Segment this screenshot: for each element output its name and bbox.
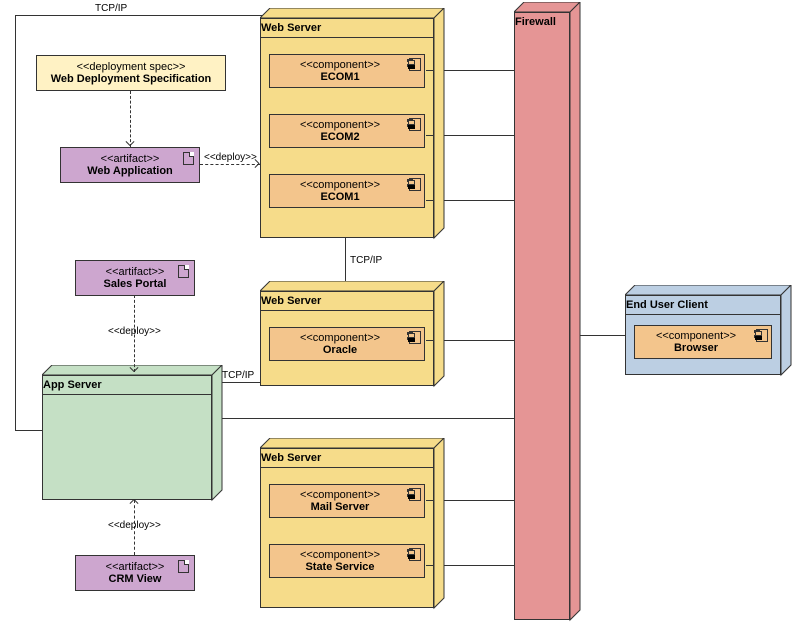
component: <<component>>ECOM2 — [269, 114, 425, 148]
component-name: ECOM1 — [276, 71, 404, 83]
deployment-spec-stereo: <<deployment spec>> — [41, 61, 221, 73]
dependency-line — [130, 91, 131, 147]
component: <<component>>Browser — [634, 325, 772, 359]
component-icon — [408, 118, 421, 129]
component-stereo: <<component>> — [276, 489, 404, 501]
artifact-name: Web Application — [65, 165, 195, 177]
connection-line — [345, 238, 346, 286]
connection-line — [222, 382, 260, 383]
label-tcpip: TCP/IP — [95, 3, 127, 14]
node-title: Firewall — [515, 13, 569, 31]
artifact-stereo: <<artifact>> — [80, 266, 190, 278]
component: <<component>>ECOM1 — [269, 174, 425, 208]
artifact-name: Sales Portal — [80, 278, 190, 290]
node-title: Web Server — [261, 19, 433, 38]
artifact-name: CRM View — [80, 573, 190, 585]
component: <<component>>Mail Server — [269, 484, 425, 518]
component-name: Mail Server — [276, 501, 404, 513]
component-icon — [408, 331, 421, 342]
connection-line — [426, 340, 514, 341]
document-icon — [178, 265, 189, 278]
component-name: ECOM1 — [276, 191, 404, 203]
arrow-icon — [130, 498, 138, 506]
component-icon — [408, 488, 421, 499]
component-stereo: <<component>> — [641, 330, 751, 342]
deployment-spec: <<deployment spec>> Web Deployment Speci… — [36, 55, 226, 91]
component-name: ECOM2 — [276, 131, 404, 143]
component: <<component>>ECOM1 — [269, 54, 425, 88]
arrow-icon — [130, 366, 138, 374]
artifact-crm: <<artifact>> CRM View — [75, 555, 195, 591]
connection-line — [426, 70, 514, 71]
connection-line — [426, 200, 514, 201]
label-tcpip: TCP/IP — [222, 370, 254, 381]
component-icon — [408, 58, 421, 69]
node-title: End User Client — [626, 296, 780, 315]
connection-line — [426, 135, 514, 136]
artifact-stereo: <<artifact>> — [80, 561, 190, 573]
connection-line — [222, 418, 514, 419]
document-icon — [183, 152, 194, 165]
label-tcpip: TCP/IP — [350, 255, 382, 266]
connection-line — [426, 500, 514, 501]
label-deploy: <<deploy>> — [204, 152, 257, 163]
component-stereo: <<component>> — [276, 179, 404, 191]
component: <<component>>State Service — [269, 544, 425, 578]
artifact-stereo: <<artifact>> — [65, 153, 195, 165]
node-title: App Server — [43, 376, 211, 395]
connection-line — [15, 15, 16, 430]
label-deploy: <<deploy>> — [108, 520, 161, 531]
dependency-line — [200, 164, 260, 165]
component-name: Oracle — [276, 344, 404, 356]
artifact-webapp: <<artifact>> Web Application — [60, 147, 200, 183]
node-title: Web Server — [261, 449, 433, 468]
connection-line — [426, 565, 514, 566]
component-icon — [408, 548, 421, 559]
component-stereo: <<component>> — [276, 332, 404, 344]
component-stereo: <<component>> — [276, 59, 404, 71]
connection-line — [580, 335, 625, 336]
document-icon — [178, 560, 189, 573]
component-name: Browser — [641, 342, 751, 354]
component: <<component>>Oracle — [269, 327, 425, 361]
arrow-icon — [126, 140, 134, 148]
component-stereo: <<component>> — [276, 549, 404, 561]
connection-line — [15, 430, 42, 431]
component-name: State Service — [276, 561, 404, 573]
label-deploy: <<deploy>> — [108, 326, 161, 337]
component-icon — [755, 329, 768, 340]
component-icon — [408, 178, 421, 189]
deployment-spec-name: Web Deployment Specification — [41, 73, 221, 85]
component-stereo: <<component>> — [276, 119, 404, 131]
node-title: Web Server — [261, 292, 433, 311]
artifact-sales: <<artifact>> Sales Portal — [75, 260, 195, 296]
connection-line — [15, 15, 267, 16]
